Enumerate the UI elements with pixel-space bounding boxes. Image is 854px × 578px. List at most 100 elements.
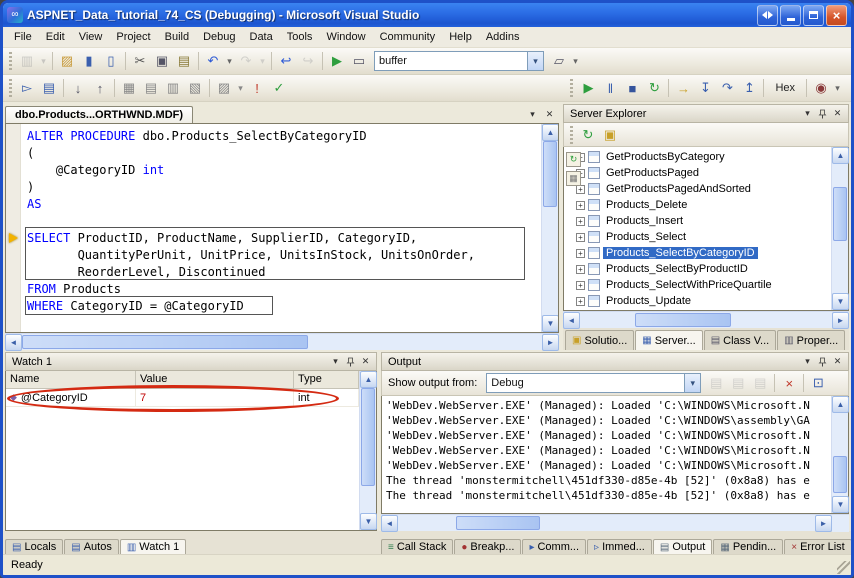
scrollbar-track[interactable]: [22, 334, 542, 350]
combo-dropdown-icon[interactable]: ▾: [527, 52, 543, 70]
output-vertical-scrollbar[interactable]: ▲ ▼: [831, 396, 848, 513]
copy-icon[interactable]: ▣: [151, 50, 173, 72]
find-combo[interactable]: buffer ▾: [374, 51, 544, 71]
document-list-dropdown-icon[interactable]: ▾: [525, 107, 540, 121]
watch-row[interactable]: ◆@CategoryID7int: [6, 389, 359, 407]
expand-icon[interactable]: +: [576, 265, 585, 274]
scroll-right-button[interactable]: ►: [815, 515, 832, 532]
find-dropdown-icon[interactable]: ▾: [570, 50, 581, 72]
break-all-icon[interactable]: ‖: [599, 77, 621, 99]
paste-icon[interactable]: ▤: [173, 50, 195, 72]
auto-hide-pin-icon[interactable]: [815, 355, 830, 369]
tab-proper[interactable]: ▥Proper...: [777, 330, 845, 350]
scrollbar-thumb[interactable]: [833, 456, 847, 493]
scroll-down-button[interactable]: ▼: [360, 513, 377, 530]
tab-breakp[interactable]: ●Breakp...: [454, 539, 521, 554]
toolbar-options-icon[interactable]: ▾: [832, 77, 843, 99]
scroll-down-button[interactable]: ▼: [832, 496, 849, 513]
window-position-icon[interactable]: ▾: [800, 107, 815, 121]
tab-solutio[interactable]: ▣Solutio...: [565, 330, 634, 350]
window-position-icon[interactable]: ▾: [800, 355, 815, 369]
toolbar-grip[interactable]: [570, 126, 573, 144]
editor-vertical-scrollbar[interactable]: ▲ ▼: [541, 124, 558, 332]
code-text[interactable]: ALTER PROCEDURE dbo.Products_SelectByCat…: [21, 124, 541, 332]
scroll-left-button[interactable]: ◄: [563, 312, 580, 329]
verify-sql-icon[interactable]: ✓: [268, 77, 290, 99]
close-panel-icon[interactable]: ✕: [830, 107, 845, 121]
menu-item-edit[interactable]: Edit: [39, 28, 72, 46]
solution-configurations-icon[interactable]: ▭: [348, 50, 370, 72]
add-new-item-icon[interactable]: ▥: [16, 50, 38, 72]
minimize-button[interactable]: [780, 5, 801, 26]
scroll-right-button[interactable]: ►: [832, 312, 849, 329]
watch-header[interactable]: Watch 1 ▾ ✕: [5, 352, 377, 371]
watch-vertical-scrollbar[interactable]: ▲ ▼: [359, 371, 376, 530]
scroll-right-button[interactable]: ►: [542, 334, 559, 351]
tab-output[interactable]: ▤Output: [653, 539, 712, 554]
output-body[interactable]: 'WebDev.WebServer.EXE' (Managed): Loaded…: [381, 396, 849, 514]
scrollbar-thumb[interactable]: [635, 313, 731, 327]
show-criteria-pane-icon[interactable]: ▤: [140, 77, 162, 99]
tree-partial-node-icon[interactable]: ↻: [566, 152, 581, 167]
open-file-icon[interactable]: ▨: [56, 50, 78, 72]
output-text[interactable]: 'WebDev.WebServer.EXE' (Managed): Loaded…: [382, 396, 831, 513]
title-bar[interactable]: ∞ ASPNET_Data_Tutorial_74_CS (Debugging)…: [3, 3, 851, 27]
output-source-combo[interactable]: Debug ▾: [486, 373, 701, 393]
tree-item[interactable]: +Products_SelectWithPriceQuartile: [576, 277, 831, 293]
goto-previous-message-icon[interactable]: ▤: [727, 372, 749, 394]
scrollbar-track[interactable]: [580, 312, 832, 328]
execute-sql-icon[interactable]: !: [246, 77, 268, 99]
tree-item[interactable]: +Products_SelectByCategoryID: [576, 245, 831, 261]
redo-dropdown-icon[interactable]: ▾: [257, 50, 268, 72]
step-into-icon[interactable]: ↧: [694, 77, 716, 99]
change-type-dropdown-icon[interactable]: ▾: [235, 77, 246, 99]
tree-item[interactable]: +Products_Select: [576, 229, 831, 245]
tab-autos[interactable]: ▤Autos: [64, 539, 119, 554]
add-new-item-dropdown-icon[interactable]: ▾: [38, 50, 49, 72]
scroll-up-button[interactable]: ▲: [832, 396, 849, 413]
change-type-icon[interactable]: ▨: [213, 77, 235, 99]
tree-item[interactable]: +Products_Insert: [576, 213, 831, 229]
tab-immed[interactable]: ▹Immed...: [587, 539, 652, 554]
toolbar-grip[interactable]: [570, 79, 573, 97]
menu-item-help[interactable]: Help: [442, 28, 479, 46]
clear-all-icon[interactable]: ×: [778, 372, 800, 394]
scrollbar-thumb[interactable]: [361, 388, 375, 486]
scrollbar-thumb[interactable]: [22, 335, 308, 349]
column-header-name[interactable]: Name: [6, 371, 136, 388]
editor-horizontal-scrollbar[interactable]: ◄ ►: [5, 333, 559, 350]
toolbar-grip[interactable]: [9, 52, 12, 70]
show-next-statement-icon[interactable]: →: [672, 77, 694, 99]
menu-item-tools[interactable]: Tools: [280, 28, 320, 46]
double-arrow-button[interactable]: [757, 5, 778, 26]
tab-class-v[interactable]: ▤Class V...: [704, 330, 777, 350]
scrollbar-thumb[interactable]: [833, 187, 847, 241]
start-debugging-icon[interactable]: ▶: [326, 50, 348, 72]
tab-locals[interactable]: ▤Locals: [5, 539, 63, 554]
refresh-icon[interactable]: ↻: [577, 124, 599, 146]
stop-debugging-icon[interactable]: ■: [621, 77, 643, 99]
sort-descending-icon[interactable]: ↑: [89, 77, 111, 99]
tree-item[interactable]: +Products_Delete: [576, 197, 831, 213]
watch-value[interactable]: 7: [136, 389, 294, 406]
menu-item-file[interactable]: File: [7, 28, 39, 46]
show-results-pane-icon[interactable]: ▧: [184, 77, 206, 99]
hex-button[interactable]: Hex: [767, 79, 803, 97]
scrollbar-track[interactable]: [360, 388, 376, 513]
menu-item-project[interactable]: Project: [109, 28, 157, 46]
auto-hide-pin-icon[interactable]: [343, 355, 358, 369]
tree-partial-node-icon[interactable]: ▦: [566, 171, 581, 186]
menu-item-debug[interactable]: Debug: [196, 28, 242, 46]
find-message-icon[interactable]: ▤: [705, 372, 727, 394]
tab-watch-1[interactable]: ▥Watch 1: [120, 539, 186, 554]
expand-icon[interactable]: +: [576, 297, 585, 306]
properties-window-icon[interactable]: ▤: [38, 77, 60, 99]
tree-item[interactable]: +GetProductsPaged: [576, 165, 831, 181]
expand-icon[interactable]: +: [576, 201, 585, 210]
tab-server[interactable]: ▦Server...: [635, 330, 702, 350]
tab-call-stack[interactable]: ≡Call Stack: [381, 539, 453, 554]
combo-dropdown-icon[interactable]: ▾: [684, 374, 700, 392]
scrollbar-track[interactable]: [832, 413, 848, 496]
goto-next-message-icon[interactable]: ▤: [749, 372, 771, 394]
expand-icon[interactable]: +: [576, 233, 585, 242]
